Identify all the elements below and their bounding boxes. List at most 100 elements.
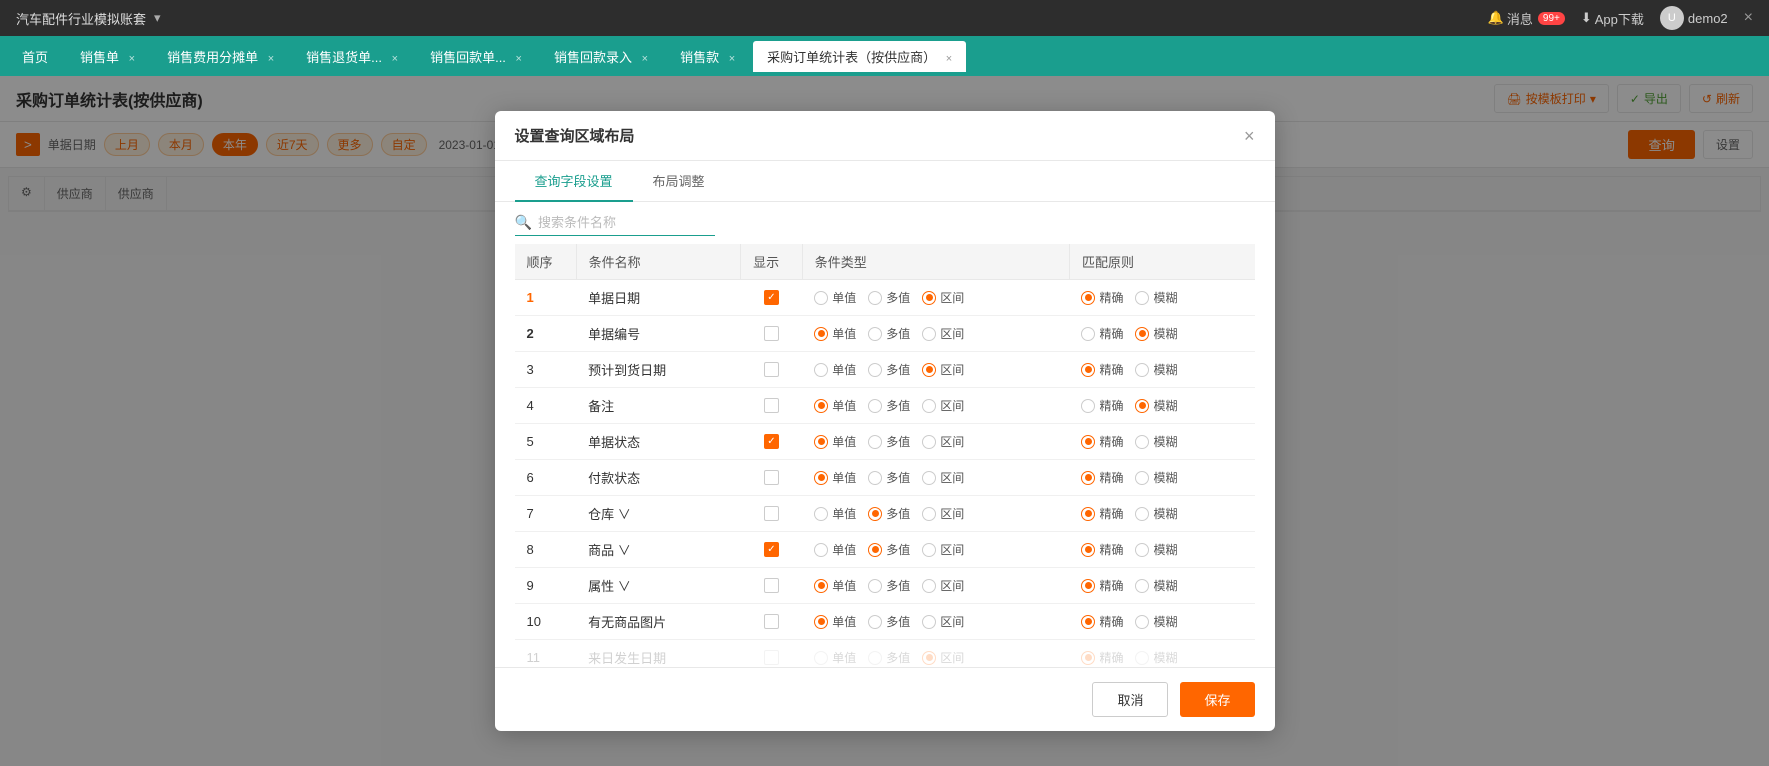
user-avatar[interactable]: U demo2 (1660, 6, 1728, 30)
dialog-close-button[interactable]: × (1244, 127, 1255, 145)
match-group-7: 精确 模糊 (1081, 505, 1242, 522)
tab-layout-adjust[interactable]: 布局调整 (633, 161, 725, 202)
seq-9: 9 (527, 578, 534, 593)
nav-tab-t2[interactable]: 销售费用分摊单 × (153, 41, 288, 72)
col-type: 条件类型 (802, 244, 1069, 280)
cancel-button[interactable]: 取消 (1092, 682, 1168, 717)
radio-fuzzy-1[interactable] (1135, 291, 1149, 305)
display-cb-5[interactable] (753, 434, 791, 449)
name-8: 商品 ∨ (576, 532, 740, 568)
search-input[interactable] (538, 215, 698, 230)
notification-btn[interactable]: 🔔 消息 99+ (1488, 9, 1565, 28)
app-brand: 汽车配件行业模拟账套 ▾ (16, 9, 161, 28)
type-group-5: 单值 多值 区间 (814, 433, 1057, 450)
radio-fuzzy-2[interactable] (1135, 327, 1149, 341)
match-group-6: 精确 模糊 (1081, 469, 1242, 486)
type-range-2[interactable]: 区间 (922, 325, 964, 342)
name-9: 属性 ∨ (576, 568, 740, 604)
table-row: 9 属性 ∨ 单值 (515, 568, 1255, 604)
type-multi-1[interactable]: 多值 (868, 289, 910, 306)
checkbox-8[interactable] (764, 542, 779, 557)
close-tab-t7[interactable]: × (946, 53, 952, 65)
checkbox-2[interactable] (764, 326, 779, 341)
brand-dropdown-icon[interactable]: ▾ (154, 10, 161, 26)
table-row: 10 有无商品图片 单 (515, 604, 1255, 640)
nav-tab-t4[interactable]: 销售回款单... × (416, 41, 536, 72)
checkbox-3[interactable] (764, 362, 779, 377)
tab-query-fields[interactable]: 查询字段设置 (515, 161, 633, 202)
radio-single-2[interactable] (814, 327, 828, 341)
radio-range-2[interactable] (922, 327, 936, 341)
name-11: 来日发生日期 (576, 640, 740, 668)
display-cb-6[interactable] (753, 470, 791, 485)
table-row: 8 商品 ∨ 单值 (515, 532, 1255, 568)
type-single-2[interactable]: 单值 (814, 325, 856, 342)
match-exact-2[interactable]: 精确 (1081, 325, 1123, 342)
type-multi-2[interactable]: 多值 (868, 325, 910, 342)
nav-tab-t7[interactable]: 采购订单统计表（按供应商） × (753, 41, 966, 72)
nav-tab-t1[interactable]: 销售单 × (66, 41, 149, 72)
settings-dialog: 设置查询区域布局 × 查询字段设置 布局调整 🔍 (495, 111, 1275, 731)
fields-table: 顺序 条件名称 显示 条件类型 匹配原则 1 单据日期 (515, 244, 1255, 667)
notification-icon: 🔔 (1488, 10, 1504, 26)
checkbox-7[interactable] (764, 506, 779, 521)
display-cb-1[interactable] (753, 290, 791, 305)
nav-tab-t5[interactable]: 销售回款录入 × (540, 41, 662, 72)
type-range-1[interactable]: 区间 (922, 289, 964, 306)
checkbox-5[interactable] (764, 434, 779, 449)
checkbox-6[interactable] (764, 470, 779, 485)
radio-range-1[interactable] (922, 291, 936, 305)
close-tab-t6[interactable]: × (729, 53, 735, 65)
seq-1: 1 (527, 290, 534, 305)
checkbox-11[interactable] (764, 650, 779, 665)
display-cb-7[interactable] (753, 506, 791, 521)
close-all-button[interactable]: × (1744, 9, 1753, 27)
type-group-7: 单值 多值 区间 (814, 505, 1057, 522)
close-tab-t1[interactable]: × (129, 53, 135, 65)
seq-6: 6 (527, 470, 534, 485)
app-download-btn[interactable]: ⬇ App下载 (1581, 9, 1644, 28)
nav-tab-home[interactable]: 首页 (8, 41, 62, 72)
radio-multi-1[interactable] (868, 291, 882, 305)
seq-2: 2 (527, 326, 534, 341)
radio-exact-2[interactable] (1081, 327, 1095, 341)
match-exact-1[interactable]: 精确 (1081, 289, 1123, 306)
display-cb-9[interactable] (753, 578, 791, 593)
display-cb-10[interactable] (753, 614, 791, 629)
display-cb-11[interactable] (753, 650, 791, 665)
display-cb-4[interactable] (753, 398, 791, 413)
checkbox-9[interactable] (764, 578, 779, 593)
close-tab-t3[interactable]: × (392, 53, 398, 65)
nav-tab-t6[interactable]: 销售款 × (666, 41, 749, 72)
notification-label: 消息 (1507, 9, 1533, 28)
match-group-3: 精确 模糊 (1081, 361, 1242, 378)
match-group-10: 精确 模糊 (1081, 613, 1242, 630)
app-download-label: App下载 (1595, 9, 1644, 28)
nav-tab-t3[interactable]: 销售退货单... × (292, 41, 412, 72)
download-icon: ⬇ (1581, 10, 1592, 26)
match-group-11: 精确 模糊 (1081, 649, 1242, 666)
checkbox-1[interactable] (764, 290, 779, 305)
match-fuzzy-2[interactable]: 模糊 (1135, 325, 1177, 342)
radio-single-1[interactable] (814, 291, 828, 305)
display-cb-8[interactable] (753, 542, 791, 557)
seq-8: 8 (527, 542, 534, 557)
radio-multi-2[interactable] (868, 327, 882, 341)
display-cb-3[interactable] (753, 362, 791, 377)
type-group-10: 单值 多值 区间 (814, 613, 1057, 630)
type-group-6: 单值 多值 区间 (814, 469, 1057, 486)
display-cb-2[interactable] (753, 326, 791, 341)
search-wrap: 🔍 (515, 214, 715, 236)
radio-exact-1[interactable] (1081, 291, 1095, 305)
close-tab-t5[interactable]: × (642, 53, 648, 65)
save-button[interactable]: 保存 (1180, 682, 1254, 717)
checkbox-4[interactable] (764, 398, 779, 413)
close-tab-t2[interactable]: × (268, 53, 274, 65)
dialog-search-area: 🔍 (495, 202, 1275, 244)
checkbox-10[interactable] (764, 614, 779, 629)
close-tab-t4[interactable]: × (516, 53, 522, 65)
name-6: 付款状态 (576, 460, 740, 496)
type-single-1[interactable]: 单值 (814, 289, 856, 306)
name-5: 单据状态 (576, 424, 740, 460)
match-fuzzy-1[interactable]: 模糊 (1135, 289, 1177, 306)
